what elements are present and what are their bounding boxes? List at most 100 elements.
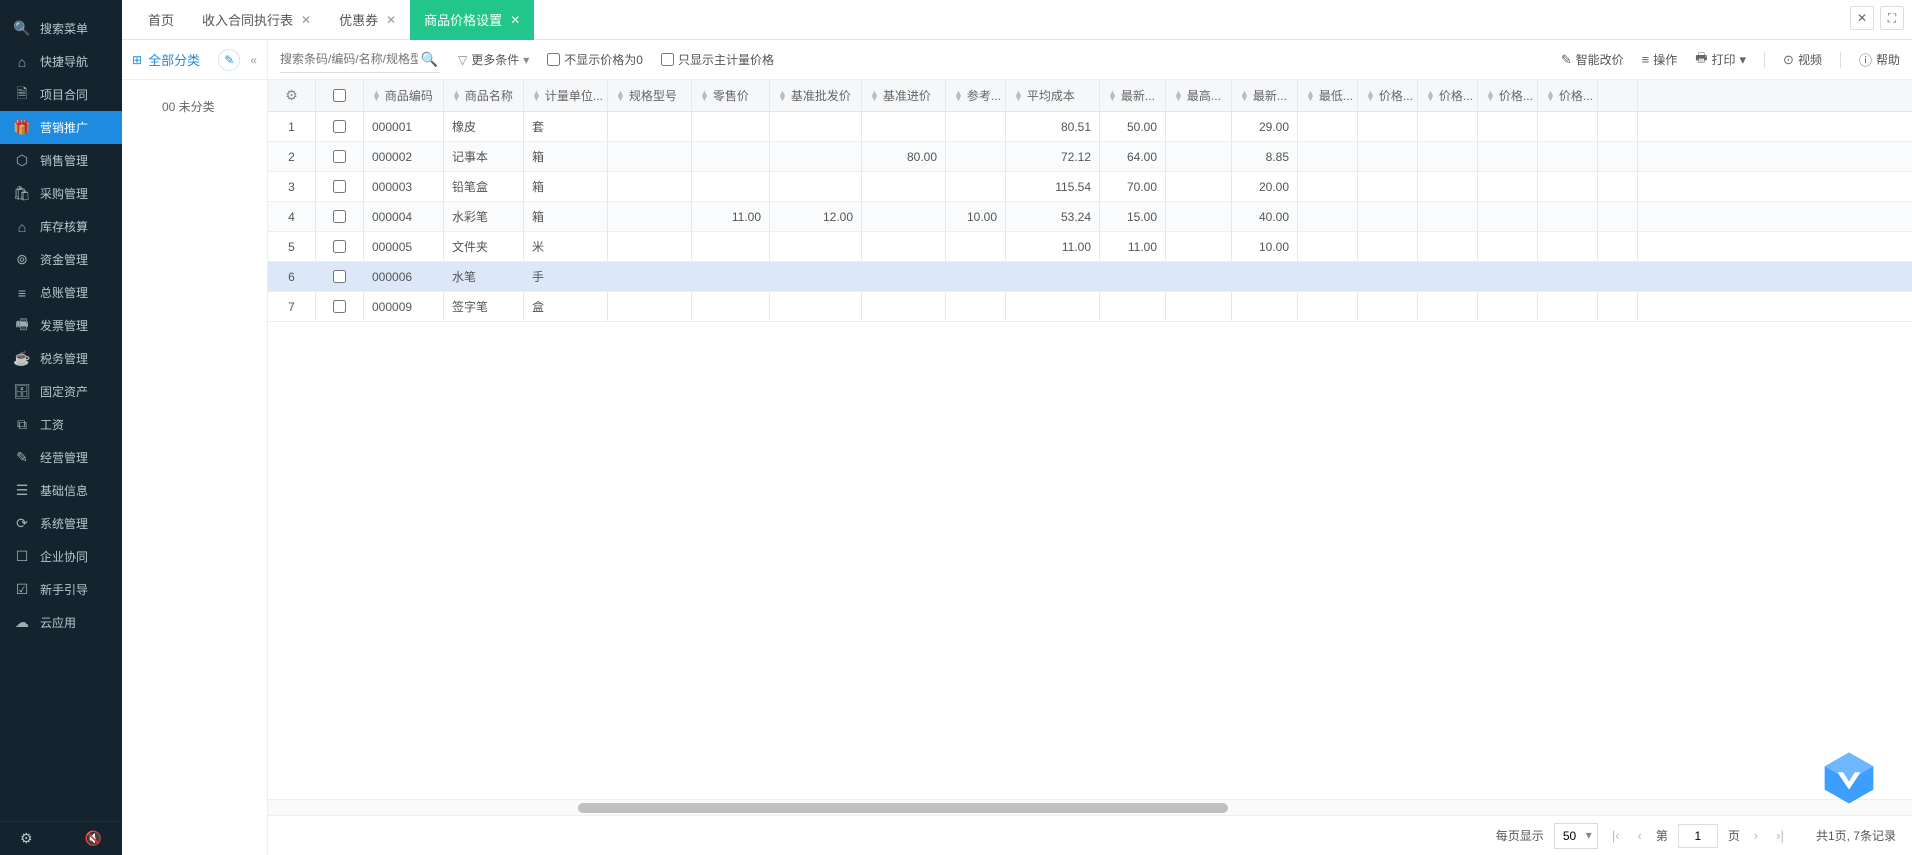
print-button[interactable]: 🖶 打印 ▾ bbox=[1695, 49, 1746, 71]
page-input[interactable] bbox=[1678, 824, 1718, 848]
sort-icon[interactable]: ▲▼ bbox=[532, 91, 541, 101]
table-row[interactable]: 5000005文件夹米11.0011.0010.00 bbox=[268, 232, 1912, 262]
row-checkbox[interactable] bbox=[333, 180, 346, 193]
close-panel-button[interactable]: ✕ bbox=[1850, 6, 1874, 30]
sort-icon[interactable]: ▲▼ bbox=[1366, 91, 1375, 101]
category-node-uncategorized[interactable]: 00 未分类 bbox=[122, 92, 267, 121]
close-icon[interactable]: ✕ bbox=[510, 13, 520, 27]
sort-icon[interactable]: ▲▼ bbox=[700, 91, 709, 101]
per-page-select[interactable]: 50 bbox=[1554, 823, 1598, 849]
sidebar-item-5[interactable]: 🛍采购管理 bbox=[0, 177, 122, 210]
fullscreen-button[interactable]: ⛶ bbox=[1880, 6, 1904, 30]
sidebar-item-11[interactable]: 🗄固定资产 bbox=[0, 375, 122, 408]
column-header-19[interactable] bbox=[1598, 80, 1638, 111]
sidebar-item-10[interactable]: ☕税务管理 bbox=[0, 342, 122, 375]
row-checkbox[interactable] bbox=[333, 240, 346, 253]
column-header-11[interactable]: ▲▼最新... bbox=[1100, 80, 1166, 111]
close-icon[interactable]: ✕ bbox=[386, 13, 396, 27]
video-button[interactable]: ⊙ 视频 bbox=[1783, 51, 1822, 68]
scrollbar-thumb[interactable] bbox=[578, 803, 1228, 813]
sort-icon[interactable]: ▲▼ bbox=[1306, 91, 1315, 101]
sidebar-item-8[interactable]: ≡总账管理 bbox=[0, 276, 122, 309]
sort-icon[interactable]: ▲▼ bbox=[1486, 91, 1495, 101]
column-header-15[interactable]: ▲▼价格... bbox=[1358, 80, 1418, 111]
sort-icon[interactable]: ▲▼ bbox=[870, 91, 879, 101]
select-all-checkbox[interactable] bbox=[333, 89, 346, 102]
sidebar-item-1[interactable]: ⌂快捷导航 bbox=[0, 45, 122, 78]
search-icon[interactable]: 🔍 bbox=[421, 51, 438, 68]
sort-icon[interactable]: ▲▼ bbox=[1240, 91, 1249, 101]
sort-icon[interactable]: ▲▼ bbox=[1108, 91, 1117, 101]
collapse-category-button[interactable]: « bbox=[250, 53, 257, 67]
sidebar-item-9[interactable]: 🖷发票管理 bbox=[0, 309, 122, 342]
sort-icon[interactable]: ▲▼ bbox=[452, 91, 461, 101]
table-row[interactable]: 7000009签字笔盒 bbox=[268, 292, 1912, 322]
sort-icon[interactable]: ▲▼ bbox=[372, 91, 381, 101]
sort-icon[interactable]: ▲▼ bbox=[1014, 91, 1023, 101]
operate-button[interactable]: ≡ 操作 bbox=[1642, 51, 1678, 68]
more-conditions-button[interactable]: ▽ 更多条件 ▾ bbox=[458, 51, 529, 68]
assistant-badge[interactable] bbox=[1820, 749, 1878, 807]
hide-zero-price-checkbox[interactable]: 不显示价格为0 bbox=[547, 51, 643, 68]
tab-1[interactable]: 收入合同执行表✕ bbox=[188, 0, 325, 40]
sidebar-item-12[interactable]: ⧉工资 bbox=[0, 408, 122, 441]
tab-3[interactable]: 商品价格设置✕ bbox=[410, 0, 534, 40]
tab-0[interactable]: 首页 bbox=[134, 0, 188, 40]
main-unit-only-checkbox[interactable]: 只显示主计量价格 bbox=[661, 51, 774, 68]
table-row[interactable]: 3000003铅笔盒箱115.5470.0020.00 bbox=[268, 172, 1912, 202]
sidebar-item-15[interactable]: ⟳系统管理 bbox=[0, 507, 122, 540]
gear-icon[interactable]: ⚙ bbox=[285, 87, 298, 104]
next-page-button[interactable]: › bbox=[1750, 828, 1762, 843]
prev-page-button[interactable]: ‹ bbox=[1634, 828, 1646, 843]
column-header-4[interactable]: ▲▼计量单位... bbox=[524, 80, 608, 111]
table-row[interactable]: 6000006水笔手 bbox=[268, 262, 1912, 292]
last-page-button[interactable]: ›| bbox=[1772, 828, 1788, 843]
row-checkbox[interactable] bbox=[333, 120, 346, 133]
column-header-9[interactable]: ▲▼参考... bbox=[946, 80, 1006, 111]
sidebar-item-0[interactable]: 🔍搜索菜单 bbox=[0, 12, 122, 45]
sort-icon[interactable]: ▲▼ bbox=[954, 91, 963, 101]
sidebar-item-2[interactable]: 🗎项目合同 bbox=[0, 78, 122, 111]
close-icon[interactable]: ✕ bbox=[301, 13, 311, 27]
horizontal-scrollbar[interactable] bbox=[268, 799, 1912, 815]
column-header-16[interactable]: ▲▼价格... bbox=[1418, 80, 1478, 111]
column-header-3[interactable]: ▲▼商品名称 bbox=[444, 80, 524, 111]
sidebar-item-3[interactable]: 🎁营销推广 bbox=[0, 111, 122, 144]
sidebar-item-17[interactable]: ☑新手引导 bbox=[0, 573, 122, 606]
column-header-2[interactable]: ▲▼商品编码 bbox=[364, 80, 444, 111]
sidebar-item-13[interactable]: ✎经营管理 bbox=[0, 441, 122, 474]
row-checkbox[interactable] bbox=[333, 150, 346, 163]
column-header-0[interactable]: ⚙ bbox=[268, 80, 316, 111]
column-header-8[interactable]: ▲▼基准进价 bbox=[862, 80, 946, 111]
main-unit-only-input[interactable] bbox=[661, 53, 674, 66]
settings-icon[interactable]: ⚙ bbox=[20, 830, 33, 847]
row-checkbox[interactable] bbox=[333, 210, 346, 223]
sidebar-item-7[interactable]: ⊚资金管理 bbox=[0, 243, 122, 276]
edit-category-button[interactable]: ✎ bbox=[218, 49, 240, 71]
column-header-10[interactable]: ▲▼平均成本 bbox=[1006, 80, 1100, 111]
table-row[interactable]: 1000001橡皮套80.5150.0029.00 bbox=[268, 112, 1912, 142]
column-header-5[interactable]: ▲▼规格型号 bbox=[608, 80, 692, 111]
hide-zero-price-input[interactable] bbox=[547, 53, 560, 66]
help-button[interactable]: ⓘ 帮助 bbox=[1859, 50, 1900, 69]
category-title[interactable]: 全部分类 bbox=[148, 50, 212, 69]
column-header-17[interactable]: ▲▼价格... bbox=[1478, 80, 1538, 111]
column-header-6[interactable]: ▲▼零售价 bbox=[692, 80, 770, 111]
sidebar-item-14[interactable]: ☰基础信息 bbox=[0, 474, 122, 507]
column-header-1[interactable] bbox=[316, 80, 364, 111]
table-row[interactable]: 4000004水彩笔箱11.0012.0010.0053.2415.0040.0… bbox=[268, 202, 1912, 232]
sidebar-item-16[interactable]: ☐企业协同 bbox=[0, 540, 122, 573]
sidebar-item-18[interactable]: ☁云应用 bbox=[0, 606, 122, 639]
table-row[interactable]: 2000002记事本箱80.0072.1264.008.85 bbox=[268, 142, 1912, 172]
sidebar-item-6[interactable]: ⌂库存核算 bbox=[0, 210, 122, 243]
column-header-18[interactable]: ▲▼价格... bbox=[1538, 80, 1598, 111]
column-header-7[interactable]: ▲▼基准批发价 bbox=[770, 80, 862, 111]
row-checkbox[interactable] bbox=[333, 300, 346, 313]
column-header-14[interactable]: ▲▼最低... bbox=[1298, 80, 1358, 111]
sidebar-item-4[interactable]: ⬡销售管理 bbox=[0, 144, 122, 177]
sort-icon[interactable]: ▲▼ bbox=[616, 91, 625, 101]
tab-2[interactable]: 优惠券✕ bbox=[325, 0, 410, 40]
sort-icon[interactable]: ▲▼ bbox=[1174, 91, 1183, 101]
sort-icon[interactable]: ▲▼ bbox=[1426, 91, 1435, 101]
column-header-12[interactable]: ▲▼最高... bbox=[1166, 80, 1232, 111]
